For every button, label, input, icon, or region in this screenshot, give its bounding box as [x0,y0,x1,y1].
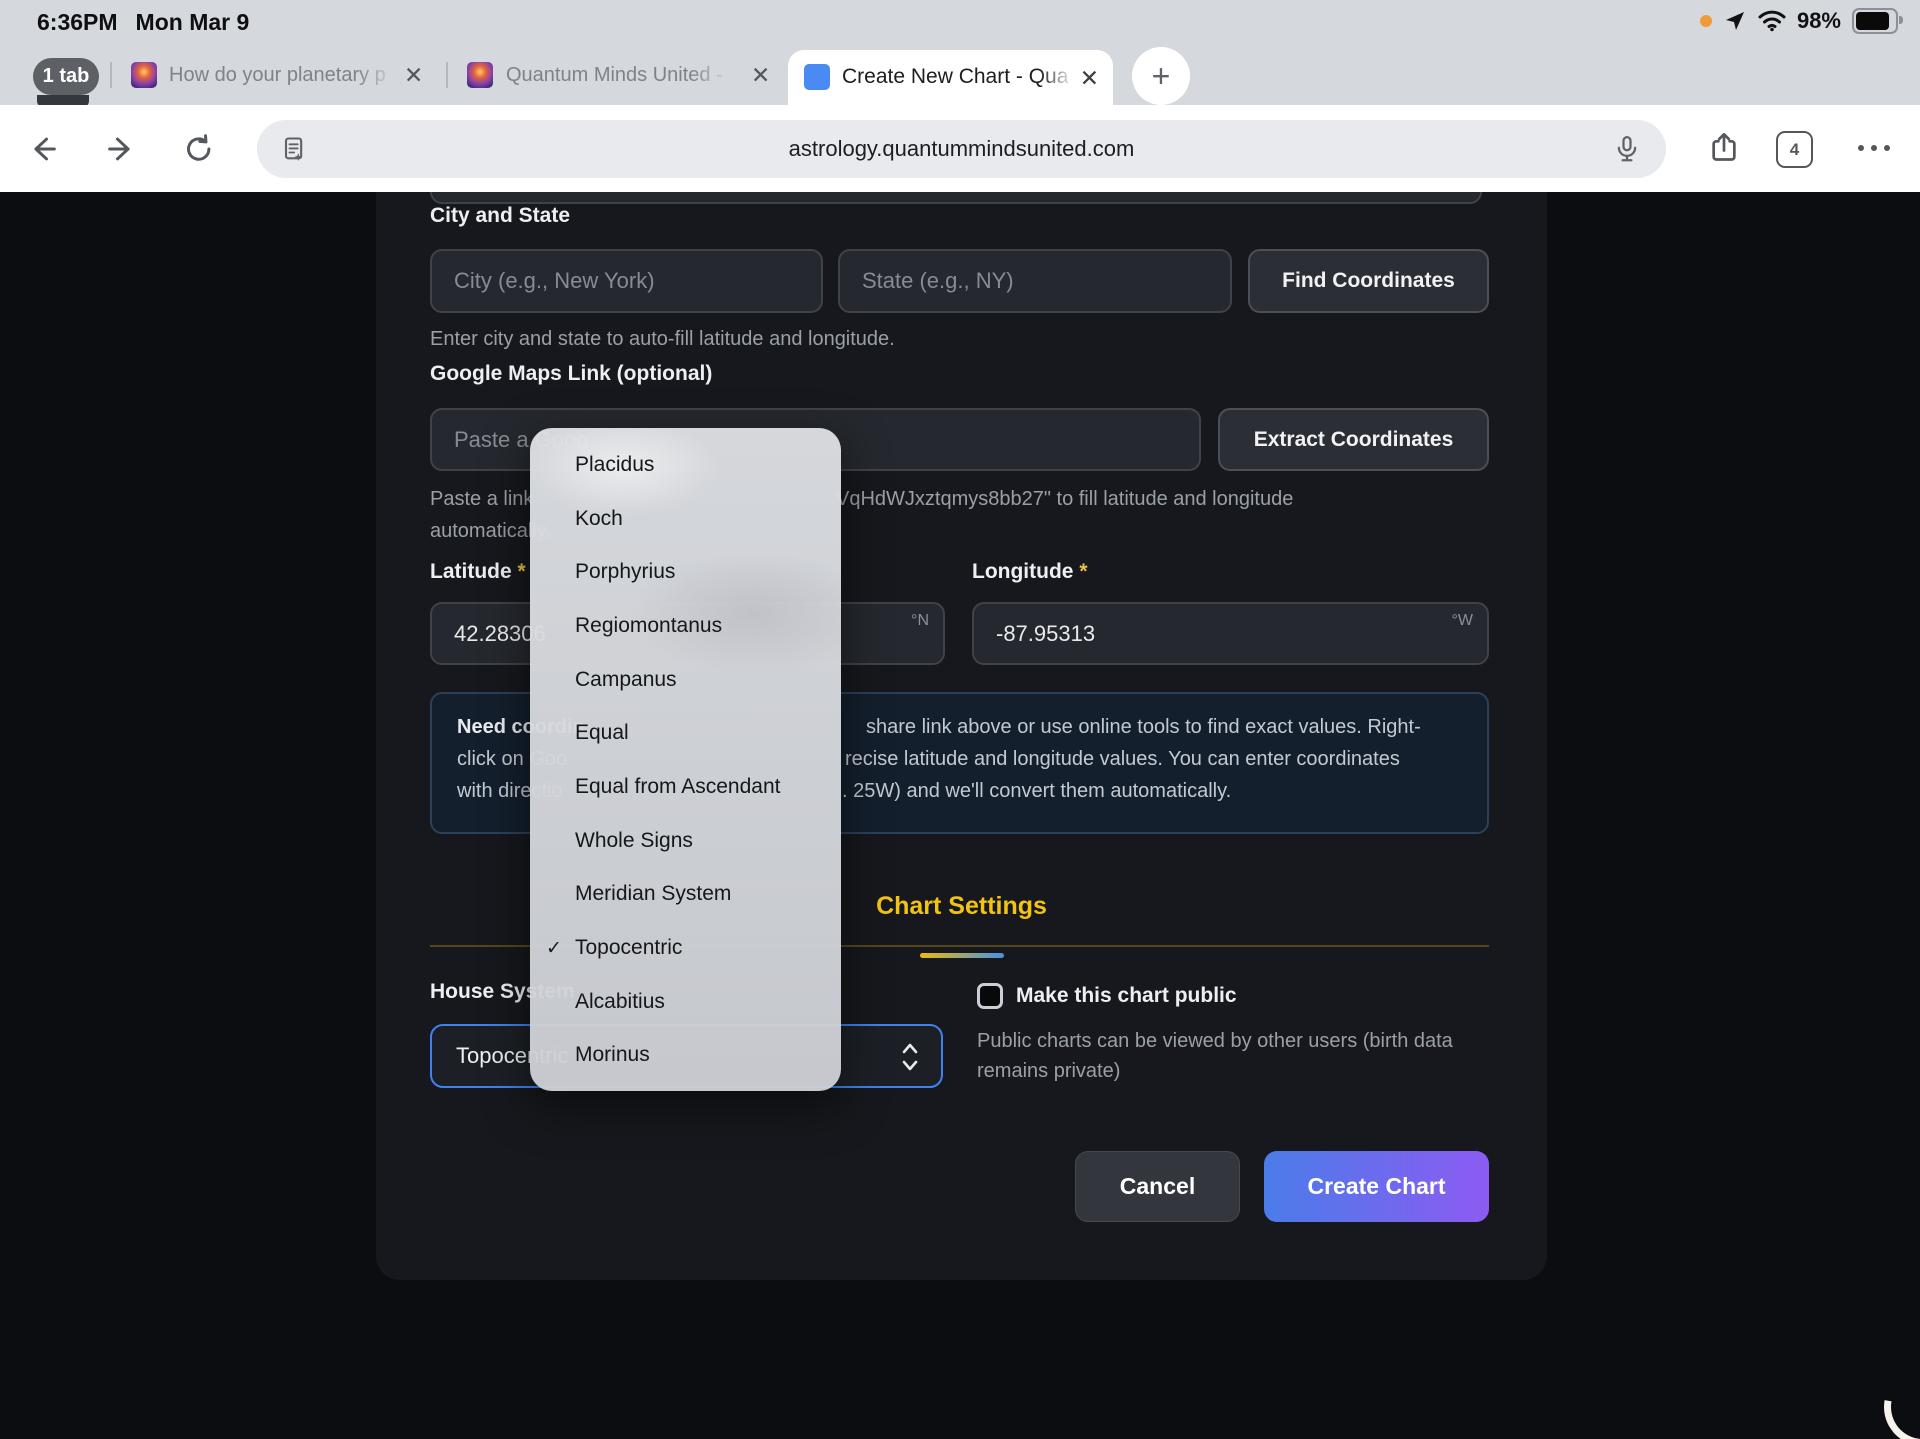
reader-page-icon[interactable] [279,135,307,163]
tab-divider [446,62,448,88]
tab-2-close-icon[interactable]: ✕ [751,64,770,87]
battery-percent: 98% [1796,8,1841,33]
menu-item-koch[interactable]: Koch [530,492,841,546]
menu-item-placidus[interactable]: Placidus [530,438,841,492]
city-input[interactable] [430,249,823,313]
status-left: 6:36PM Mon Mar 9 [37,9,249,36]
tab-switcher-button[interactable]: 4 [1776,131,1813,168]
gmaps-help-right: VqHdWJxztqmys8bb27" to fill latitude and… [836,488,1294,510]
menu-item-label: Porphyrius [575,560,676,584]
city-help-text: Enter city and state to auto-fill latitu… [430,328,895,350]
public-help-line1: Public charts can be viewed by other use… [977,1030,1453,1052]
tab-1-favicon [131,62,157,88]
forward-button[interactable] [103,131,139,167]
house-system-menu: Placidus Koch Porphyrius Regiomontanus Campa… [530,428,841,1091]
browser-toolbar: astrology.quantummindsunited.com 4 [0,105,1920,192]
menu-item-meridian-system[interactable]: Meridian System [530,868,841,922]
reload-button[interactable] [181,131,217,167]
gmaps-help-left: Paste a link [430,488,534,510]
menu-item-label: Equal [575,721,629,745]
status-bar: 6:36PM Mon Mar 9 98% [0,0,1920,44]
menu-item-label: Topocentric [575,936,683,960]
tab-3-title: Create New Chart - Qua [842,65,1069,88]
tab-3-close-icon[interactable]: ✕ [1080,65,1099,92]
info-line2-right: recise latitude and longitude values. Yo… [845,748,1400,770]
create-chart-button[interactable]: Create Chart [1264,1151,1489,1222]
find-coordinates-button[interactable]: Find Coordinates [1248,249,1489,313]
menu-item-label: Alcabitius [575,989,665,1013]
status-time: 6:36PM [37,9,118,35]
menu-item-morinus[interactable]: Morinus [530,1029,841,1083]
tab-divider [110,62,112,88]
extract-coordinates-button[interactable]: Extract Coordinates [1218,408,1489,471]
public-help-line2: remains private) [977,1060,1121,1082]
state-input[interactable] [838,249,1232,313]
menu-item-label: Campanus [575,667,677,691]
menu-item-whole-signs[interactable]: Whole Signs [530,814,841,868]
longitude-input[interactable]: -87.95313 °W [972,602,1489,665]
required-asterisk: * [517,560,526,583]
back-button[interactable] [25,131,61,167]
tab-3-active[interactable]: Create New Chart - Qua ✕ [788,50,1113,105]
public-chart-checkbox[interactable] [977,983,1003,1009]
share-icon[interactable] [1706,129,1742,165]
cancel-button[interactable]: Cancel [1075,1151,1240,1222]
menu-overflow-icon[interactable] [1858,145,1890,151]
tab-group-pill[interactable]: 1 tab [33,58,99,95]
longitude-value: -87.95313 [996,620,1096,646]
tab-1-title: How do your planetary p [169,64,386,86]
latitude-unit: °N [911,612,929,629]
menu-item-label: Morinus [575,1043,650,1067]
tab-2-favicon [467,62,493,88]
tab-3-favicon [804,64,830,90]
voice-search-icon[interactable] [1612,134,1642,164]
page-content: City and State Find Coordinates Enter ci… [0,192,1920,1439]
tab-2-title: Quantum Minds United - [506,64,723,86]
tab-1-close-icon[interactable]: ✕ [404,64,423,87]
menu-item-topocentric[interactable]: ✓ Topocentric [530,921,841,975]
required-asterisk: * [1079,560,1088,583]
battery-icon [1852,8,1903,34]
gmaps-label: Google Maps Link (optional) [430,362,713,385]
menu-item-alcabitius[interactable]: Alcabitius [530,975,841,1029]
tab-strip: 1 tab How do your planetary p ✕ Quantum … [0,44,1920,107]
menu-item-label: Regiomontanus [575,613,723,637]
menu-item-label: Equal from Ascendant [575,774,781,798]
location-arrow-icon [1725,12,1744,30]
menu-item-regiomontanus[interactable]: Regiomontanus [530,599,841,653]
status-date: Mon Mar 9 [135,9,250,35]
truncated-top-field[interactable] [430,192,1482,204]
select-chevrons-icon [902,1043,918,1071]
info-line3-right: . 25W) and we'll convert them automatica… [842,780,1232,802]
address-bar[interactable]: astrology.quantummindsunited.com [257,120,1666,178]
location-indicator-dot [1699,15,1712,27]
url-text: astrology.quantummindsunited.com [788,136,1135,161]
menu-item-label: Whole Signs [575,828,693,852]
menu-item-equal[interactable]: Equal [530,706,841,760]
menu-item-porphyrius[interactable]: Porphyrius [530,545,841,599]
wifi-icon [1758,10,1786,32]
menu-item-label: Placidus [575,452,655,476]
longitude-unit: °W [1451,612,1474,629]
ipad-screen: 6:36PM Mon Mar 9 98% 1 tab How do your p… [0,0,1920,1439]
public-chart-label: Make this chart public [1016,984,1237,1007]
menu-item-equal-from-ascendant[interactable]: Equal from Ascendant [530,760,841,814]
info-line1-right: share link above or use online tools to … [866,716,1421,738]
menu-item-label: Meridian System [575,882,732,906]
city-state-label: City and State [430,204,571,227]
menu-item-campanus[interactable]: Campanus [530,653,841,707]
menu-item-label: Koch [575,506,623,530]
new-tab-button[interactable]: + [1132,47,1190,105]
checkmark-icon: ✓ [546,937,562,959]
status-right: 98% [1699,8,1903,34]
latitude-label: Latitude * [430,560,526,583]
longitude-label: Longitude * [972,560,1088,583]
settings-divider-accent [920,953,1004,958]
